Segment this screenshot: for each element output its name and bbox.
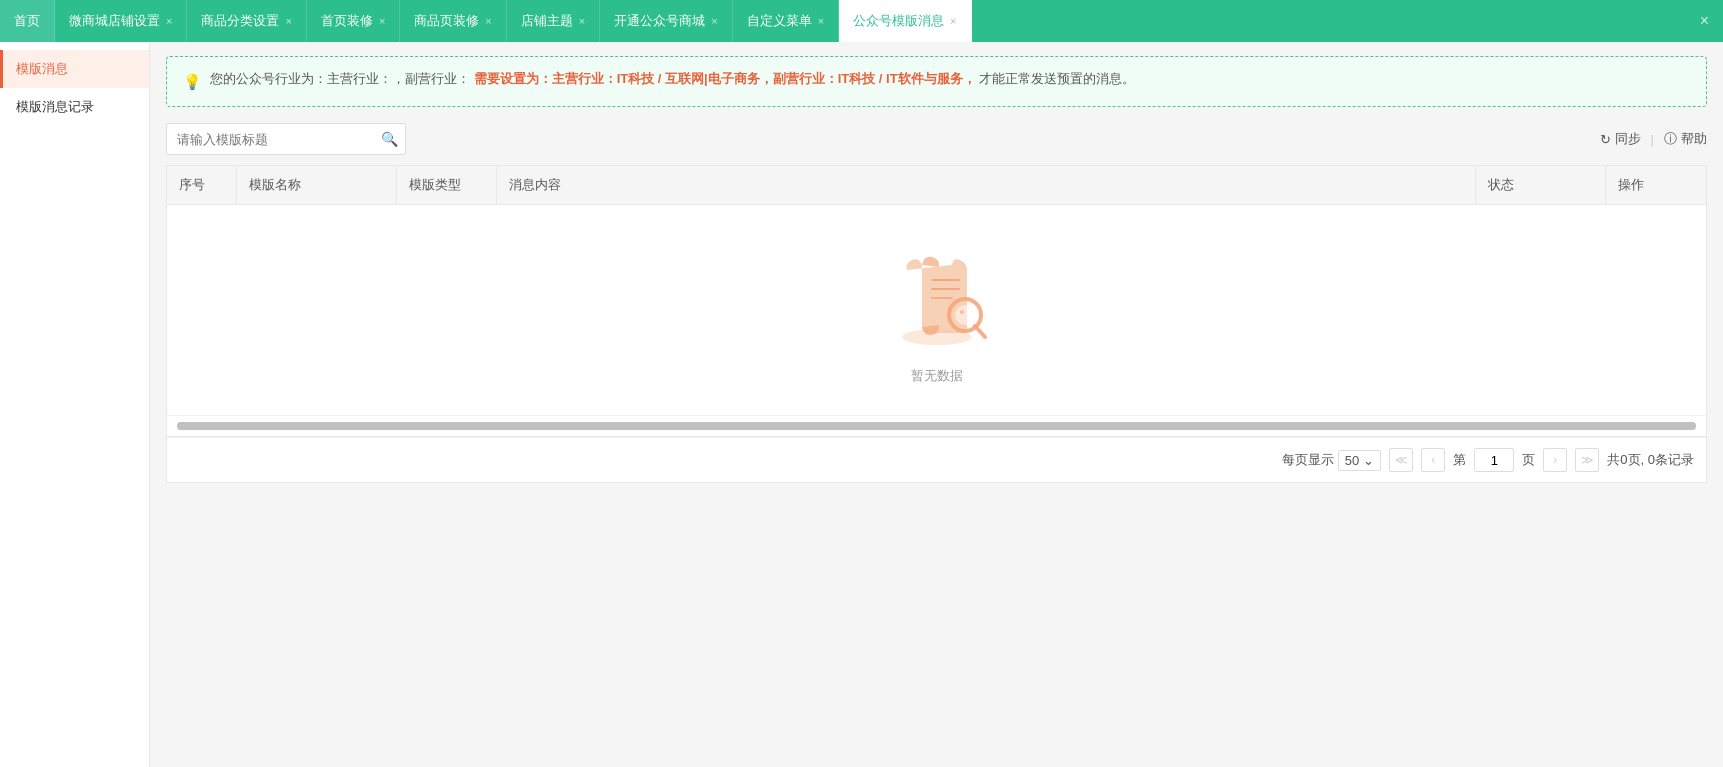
- per-page-dropdown[interactable]: 50 ⌄: [1338, 450, 1381, 471]
- nav-tab-template-msg[interactable]: 公众号模版消息 ×: [839, 0, 971, 42]
- per-page-label: 每页显示: [1282, 451, 1334, 469]
- search-input-wrap: 🔍: [166, 123, 406, 155]
- sidebar-item-label: 模版消息: [16, 61, 68, 76]
- close-icon[interactable]: ×: [485, 15, 491, 27]
- col-type: 模版类型: [397, 166, 497, 204]
- nav-tab-label: 首页装修: [321, 12, 373, 30]
- col-name: 模版名称: [237, 166, 397, 204]
- chevron-down-icon: ⌄: [1363, 453, 1374, 468]
- empty-text: 暂无数据: [911, 367, 963, 385]
- search-icon[interactable]: 🔍: [381, 131, 398, 147]
- top-nav: 首页 微商城店铺设置 × 商品分类设置 × 首页装修 × 商品页装修 × 店铺主…: [0, 0, 1723, 42]
- pagination: 每页显示 50 ⌄ ≪ ‹ 第 页 › ≫ 共0页, 0条记录: [167, 437, 1706, 482]
- col-action: 操作: [1606, 166, 1706, 204]
- horizontal-scrollbar[interactable]: [167, 415, 1706, 437]
- search-bar: 🔍 ↻ 同步 | ⓘ 帮助: [166, 123, 1707, 155]
- nav-tab-label: 公众号模版消息: [853, 12, 944, 30]
- close-icon[interactable]: ×: [711, 15, 717, 27]
- close-icon[interactable]: ×: [579, 15, 585, 27]
- empty-state: 暂无数据: [167, 205, 1706, 415]
- nav-tab-label: 开通公众号商城: [614, 12, 705, 30]
- scrollbar-track: [177, 422, 1696, 430]
- nav-tab-label: 商品分类设置: [201, 12, 279, 30]
- nav-tab-home[interactable]: 首页: [0, 0, 55, 42]
- sidebar-item-template-msg-record[interactable]: 模版消息记录: [0, 88, 149, 126]
- last-page-button[interactable]: ≫: [1575, 448, 1599, 472]
- notice-box: 💡 您的公众号行业为：主营行业：，副营行业： 需要设置为：主营行业：IT科技 /…: [166, 56, 1707, 107]
- nav-tab-label: 微商城店铺设置: [69, 12, 160, 30]
- nav-tab-label: 首页: [14, 12, 40, 30]
- data-table: 序号 模版名称 模版类型 消息内容 状态 操作: [166, 165, 1707, 483]
- nav-tab-custom-menu[interactable]: 自定义菜单 ×: [733, 0, 839, 42]
- nav-tab-label: 自定义菜单: [747, 12, 812, 30]
- prev-page-button[interactable]: ‹: [1421, 448, 1445, 472]
- page-number-input[interactable]: [1474, 448, 1514, 472]
- sidebar: 模版消息 模版消息记录: [0, 42, 150, 767]
- close-icon[interactable]: ×: [950, 15, 956, 27]
- sidebar-item-label: 模版消息记录: [16, 99, 94, 114]
- table-header: 序号 模版名称 模版类型 消息内容 状态 操作: [167, 166, 1706, 205]
- nav-tab-shop-settings[interactable]: 微商城店铺设置 ×: [55, 0, 187, 42]
- divider: |: [1651, 132, 1654, 147]
- nav-tab-product-decor[interactable]: 商品页装修 ×: [400, 0, 506, 42]
- close-all-button[interactable]: ×: [1686, 12, 1723, 30]
- nav-tab-open-mall[interactable]: 开通公众号商城 ×: [600, 0, 732, 42]
- col-content: 消息内容: [497, 166, 1476, 204]
- close-icon[interactable]: ×: [285, 15, 291, 27]
- lightbulb-icon: 💡: [183, 70, 202, 94]
- nav-tab-home-decor[interactable]: 首页装修 ×: [307, 0, 400, 42]
- per-page-select: 每页显示 50 ⌄: [1282, 450, 1381, 471]
- sync-button[interactable]: ↻ 同步: [1600, 130, 1641, 148]
- col-status: 状态: [1476, 166, 1606, 204]
- help-icon: ⓘ: [1664, 130, 1677, 148]
- help-button[interactable]: ⓘ 帮助: [1664, 130, 1707, 148]
- page-label: 第: [1453, 451, 1466, 469]
- toolbar-right: ↻ 同步 | ⓘ 帮助: [1600, 130, 1707, 148]
- notice-prefix: 您的公众号行业为：主营行业：，副营行业：: [210, 71, 470, 86]
- notice-text: 您的公众号行业为：主营行业：，副营行业： 需要设置为：主营行业：IT科技 / 互…: [210, 69, 1135, 90]
- main-content: 💡 您的公众号行业为：主营行业：，副营行业： 需要设置为：主营行业：IT科技 /…: [150, 42, 1723, 767]
- notice-suffix: 才能正常发送预置的消息。: [979, 71, 1135, 86]
- first-page-button[interactable]: ≪: [1389, 448, 1413, 472]
- col-index: 序号: [167, 166, 237, 204]
- total-info: 共0页, 0条记录: [1607, 451, 1694, 469]
- svg-point-5: [955, 305, 975, 325]
- nav-tab-label: 店铺主题: [521, 12, 573, 30]
- per-page-value: 50: [1345, 453, 1359, 468]
- nav-tab-category[interactable]: 商品分类设置 ×: [187, 0, 306, 42]
- sidebar-item-template-msg[interactable]: 模版消息: [0, 50, 149, 88]
- nav-tab-theme[interactable]: 店铺主题 ×: [507, 0, 600, 42]
- svg-point-7: [960, 310, 964, 314]
- help-label: 帮助: [1681, 130, 1707, 148]
- close-icon[interactable]: ×: [818, 15, 824, 27]
- close-icon[interactable]: ×: [166, 15, 172, 27]
- empty-illustration: [877, 245, 997, 355]
- scrollbar-thumb[interactable]: [177, 422, 1696, 430]
- nav-tab-label: 商品页装修: [414, 12, 479, 30]
- close-icon[interactable]: ×: [379, 15, 385, 27]
- svg-line-6: [975, 326, 985, 337]
- sync-label: 同步: [1615, 130, 1641, 148]
- next-page-button[interactable]: ›: [1543, 448, 1567, 472]
- page-unit: 页: [1522, 451, 1535, 469]
- sync-icon: ↻: [1600, 132, 1611, 147]
- search-input[interactable]: [166, 123, 406, 155]
- notice-highlight: 需要设置为：主营行业：IT科技 / 互联网|电子商务，副营行业：IT科技 / I…: [474, 71, 976, 86]
- layout: 模版消息 模版消息记录 💡 您的公众号行业为：主营行业：，副营行业： 需要设置为…: [0, 42, 1723, 767]
